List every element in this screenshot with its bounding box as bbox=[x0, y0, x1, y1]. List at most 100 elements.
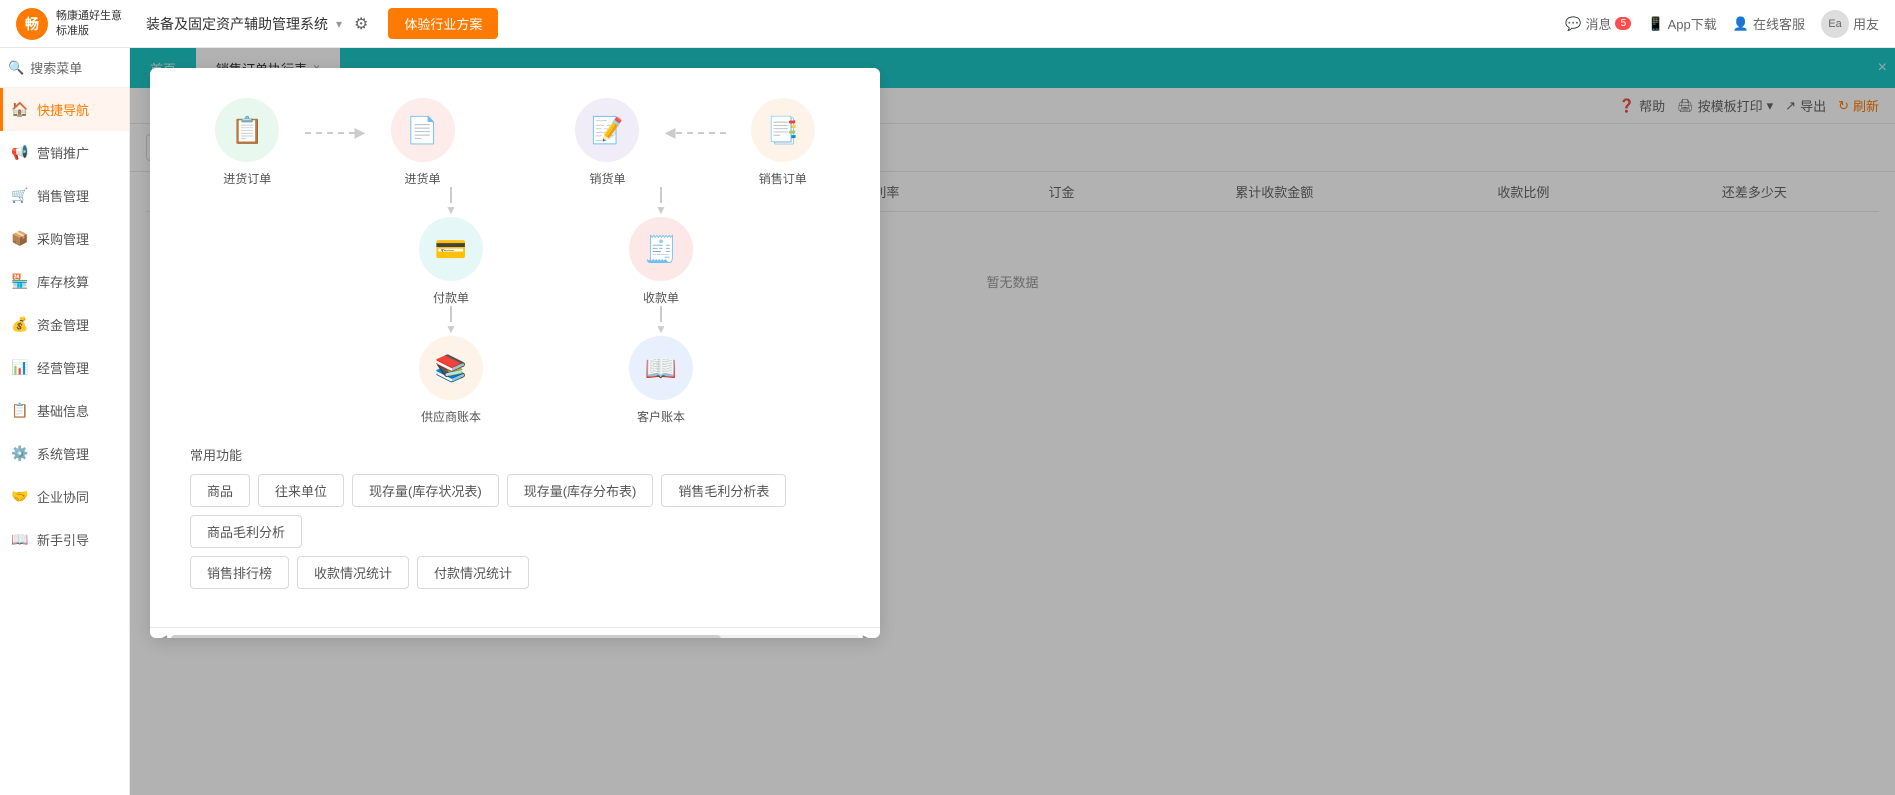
logo-area: 畅 畅康通好生意 标准版 bbox=[16, 8, 146, 40]
flow-fourth-row: 📚 供应商账本 📖 客户账本 bbox=[190, 336, 840, 425]
sales-bill-label: 销货单 bbox=[589, 170, 625, 187]
experience-btn[interactable]: 体验行业方案 bbox=[388, 8, 498, 39]
flow-node-payment[interactable]: 💳 付款单 bbox=[386, 217, 516, 306]
common-functions-title: 常用功能 bbox=[190, 445, 840, 464]
home-icon: 🏠 bbox=[11, 101, 29, 119]
sidebar-item-quick-nav[interactable]: 🏠 快捷导航 bbox=[0, 88, 129, 131]
logo-text: 畅康通好生意 标准版 bbox=[56, 9, 122, 38]
scroll-left-icon[interactable]: ◀ bbox=[158, 632, 167, 638]
purchase-order-circle: 📋 bbox=[215, 98, 279, 162]
sidebar: 🔍 搜索菜单 🏠 快捷导航 📢 营销推广 🛒 销售管理 📦 采购管理 🏪 bbox=[0, 48, 130, 795]
func-btn-stock-status[interactable]: 现存量(库存状况表) bbox=[352, 474, 499, 507]
arrow-down-receipt: ▼ bbox=[596, 306, 726, 336]
scroll-right-icon[interactable]: ▶ bbox=[863, 632, 872, 638]
system-icon: ⚙️ bbox=[11, 445, 29, 463]
func-btn-product[interactable]: 商品 bbox=[190, 474, 250, 507]
sales-bill-circle: 📝 bbox=[575, 98, 639, 162]
flow-node-purchase-order[interactable]: 📋 进货订单 bbox=[190, 98, 305, 187]
sidebar-item-newbie[interactable]: 📖 新手引导 bbox=[0, 518, 129, 561]
sales-order-circle: 📑 bbox=[751, 98, 815, 162]
top-bar: 畅 畅康通好生意 标准版 装备及固定资产辅助管理系统 ▾ ⚙ 体验行业方案 💬 … bbox=[0, 0, 1895, 48]
func-buttons-row-2: 销售排行榜 收款情况统计 付款情况统计 bbox=[190, 556, 840, 589]
func-btn-sales-rank[interactable]: 销售排行榜 bbox=[190, 556, 289, 589]
receipt-circle: 🧾 bbox=[629, 217, 693, 281]
arrow-sales-order-to-bill: ◀ bbox=[665, 124, 726, 141]
receipt-label: 收款单 bbox=[643, 289, 679, 306]
search-icon: 🔍 bbox=[8, 60, 24, 76]
inventory-icon: 🏪 bbox=[11, 273, 29, 291]
service-icon: 👤 bbox=[1733, 16, 1749, 32]
modal-body: 📋 进货订单 ▶ 📄 进货单 bbox=[150, 68, 880, 627]
sidebar-item-basic[interactable]: 📋 基础信息 bbox=[0, 389, 129, 432]
flow-node-sales-bill[interactable]: 📝 销货单 bbox=[550, 98, 665, 187]
func-btn-payment-stats[interactable]: 付款情况统计 bbox=[417, 556, 529, 589]
system-name: 装备及固定资产辅助管理系统 bbox=[146, 14, 328, 34]
user-avatar: Ea bbox=[1821, 10, 1849, 38]
system-dropdown-icon[interactable]: ▾ bbox=[336, 17, 342, 31]
basic-icon: 📋 bbox=[11, 402, 29, 420]
newbie-icon: 📖 bbox=[11, 531, 29, 549]
flow-node-supplier-ledger[interactable]: 📚 供应商账本 bbox=[386, 336, 516, 425]
phone-icon: 📱 bbox=[1647, 16, 1663, 32]
sales-icon: 🛒 bbox=[11, 187, 29, 205]
sidebar-item-purchase[interactable]: 📦 采购管理 bbox=[0, 217, 129, 260]
func-btn-stock-dist[interactable]: 现存量(库存分布表) bbox=[507, 474, 654, 507]
finance-icon: 💰 bbox=[11, 316, 29, 334]
func-btn-partner[interactable]: 往来单位 bbox=[258, 474, 344, 507]
message-badge: 5 bbox=[1615, 17, 1631, 30]
flow-node-purchase-bill[interactable]: 📄 进货单 bbox=[365, 98, 480, 187]
message-button[interactable]: 💬 消息 5 bbox=[1565, 14, 1631, 33]
flow-diagram-section: 📋 进货订单 ▶ 📄 进货单 bbox=[190, 98, 840, 425]
arrow-down-sales: ▼ bbox=[596, 187, 726, 217]
sidebar-item-finance[interactable]: 💰 资金管理 bbox=[0, 303, 129, 346]
func-btn-receipt-stats[interactable]: 收款情况统计 bbox=[297, 556, 409, 589]
scrollbar-thumb bbox=[171, 635, 721, 638]
sidebar-search[interactable]: 🔍 搜索菜单 bbox=[0, 48, 129, 88]
customer-ledger-label: 客户账本 bbox=[637, 408, 685, 425]
arrow-down-purchase: ▼ bbox=[386, 187, 516, 217]
flow-arrow-row-2: ▼ ▼ bbox=[190, 306, 840, 336]
flow-top-row: 📋 进货订单 ▶ 📄 进货单 bbox=[190, 98, 840, 187]
online-service-button[interactable]: 👤 在线客服 bbox=[1733, 14, 1805, 33]
payment-label: 付款单 bbox=[433, 289, 469, 306]
sales-order-label: 销售订单 bbox=[759, 170, 807, 187]
quick-nav-modal: 📋 进货订单 ▶ 📄 进货单 bbox=[150, 68, 880, 638]
flow-node-sales-order[interactable]: 📑 销售订单 bbox=[726, 98, 841, 187]
settings-icon[interactable]: ⚙ bbox=[354, 14, 368, 34]
spacer-c bbox=[516, 187, 596, 217]
func-buttons-row-1: 商品 往来单位 现存量(库存状况表) 现存量(库存分布表) 销售毛利分析表 商品… bbox=[190, 474, 840, 548]
scrollbar-track[interactable] bbox=[171, 635, 859, 638]
sidebar-item-sales[interactable]: 🛒 销售管理 bbox=[0, 174, 129, 217]
flow-second-row: 💳 付款单 🧾 收款单 bbox=[190, 217, 840, 306]
supplier-ledger-label: 供应商账本 bbox=[421, 408, 481, 425]
supplier-ledger-circle: 📚 bbox=[419, 336, 483, 400]
purchase-bill-label: 进货单 bbox=[405, 170, 441, 187]
logo-icon: 畅 bbox=[16, 8, 48, 40]
spacer-b bbox=[320, 187, 386, 217]
sidebar-item-marketing[interactable]: 📢 营销推广 bbox=[0, 131, 129, 174]
message-icon: 💬 bbox=[1565, 16, 1581, 32]
modal-overlay[interactable]: 📋 进货订单 ▶ 📄 进货单 bbox=[130, 48, 1895, 795]
sidebar-item-operation[interactable]: 📊 经营管理 bbox=[0, 346, 129, 389]
sidebar-item-enterprise[interactable]: 🤝 企业协同 bbox=[0, 475, 129, 518]
flow-node-receipt[interactable]: 🧾 收款单 bbox=[596, 217, 726, 306]
purchase-bill-circle: 📄 bbox=[391, 98, 455, 162]
top-right: 💬 消息 5 📱 App下载 👤 在线客服 Ea 用友 bbox=[1565, 10, 1879, 38]
flow-arrow-row: ▼ ▼ bbox=[190, 187, 840, 217]
modal-scrollbar: ◀ ▶ bbox=[150, 627, 880, 638]
spacer-g bbox=[190, 306, 386, 336]
spacer-a bbox=[190, 187, 320, 217]
system-title: 装备及固定资产辅助管理系统 ▾ ⚙ 体验行业方案 bbox=[146, 8, 1565, 39]
customer-ledger-circle: 📖 bbox=[629, 336, 693, 400]
func-btn-product-profit[interactable]: 商品毛利分析 bbox=[190, 515, 302, 548]
arrow-purchase-order-to-bill: ▶ bbox=[305, 124, 366, 141]
flow-node-customer-ledger[interactable]: 📖 客户账本 bbox=[596, 336, 726, 425]
sidebar-item-inventory[interactable]: 🏪 库存核算 bbox=[0, 260, 129, 303]
payment-circle: 💳 bbox=[419, 217, 483, 281]
func-btn-sales-profit[interactable]: 销售毛利分析表 bbox=[661, 474, 786, 507]
spacer-h bbox=[516, 306, 596, 336]
sidebar-item-system[interactable]: ⚙️ 系统管理 bbox=[0, 432, 129, 475]
user-menu[interactable]: Ea 用友 bbox=[1821, 10, 1879, 38]
enterprise-icon: 🤝 bbox=[11, 488, 29, 506]
app-download-button[interactable]: 📱 App下载 bbox=[1647, 14, 1716, 33]
